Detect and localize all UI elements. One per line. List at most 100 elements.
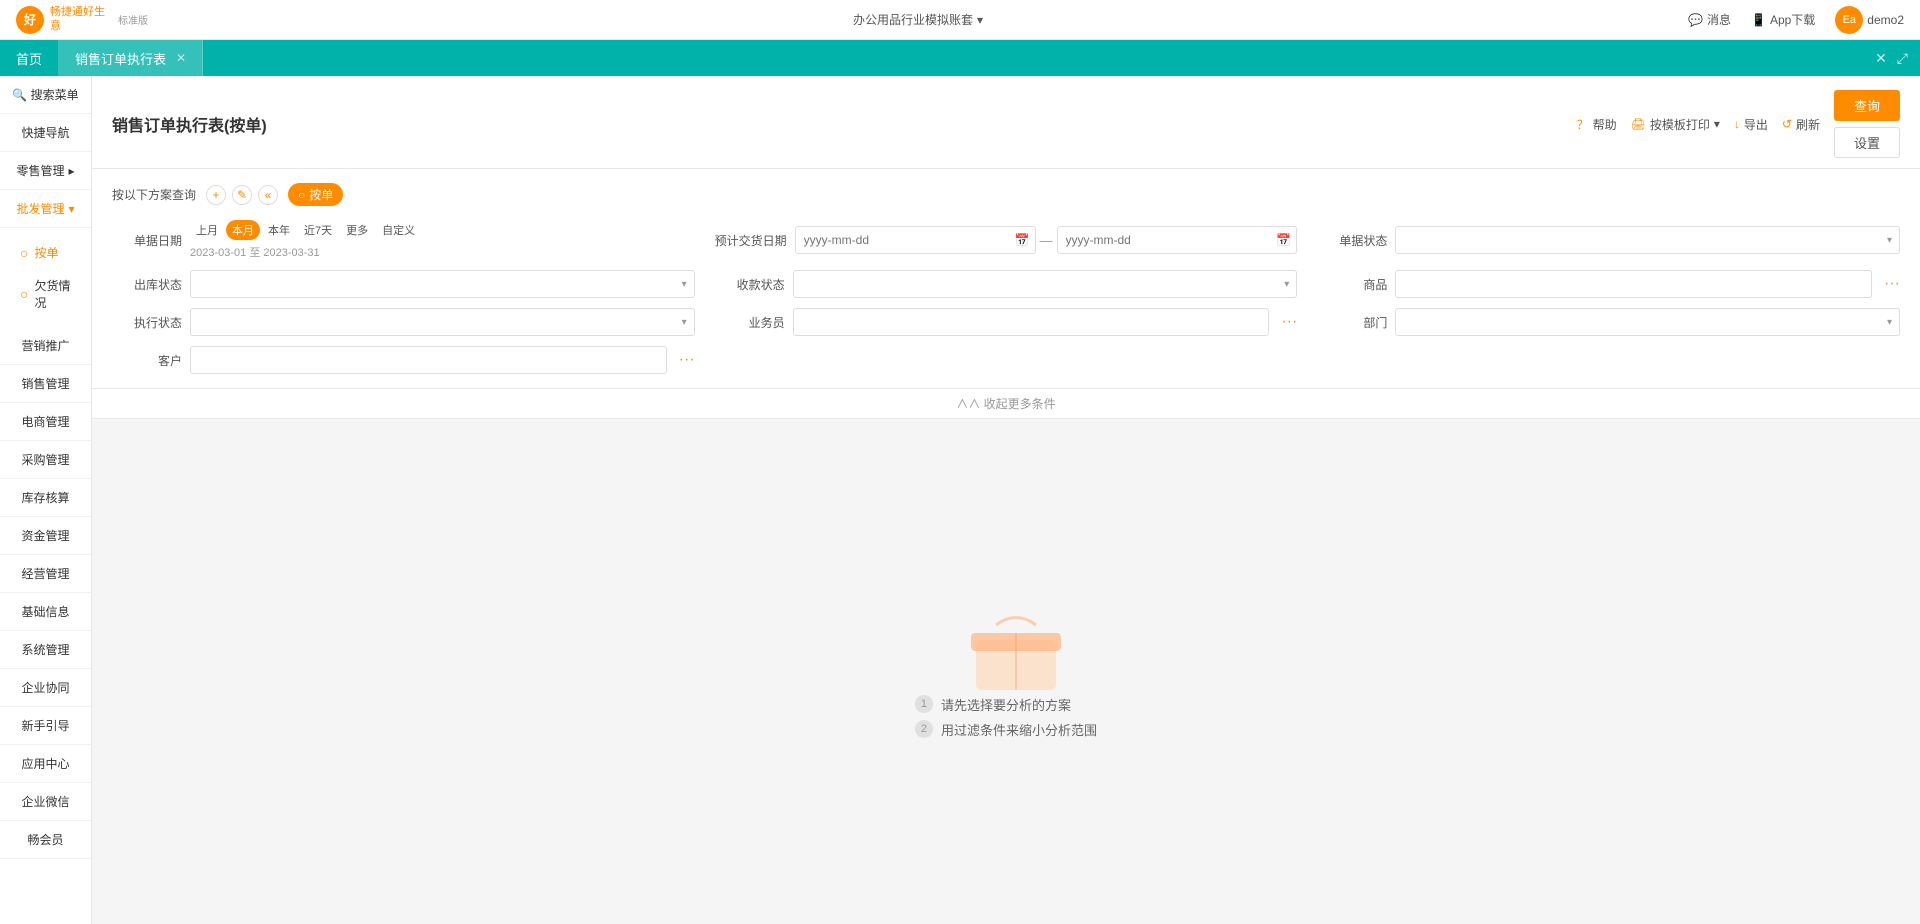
form-row-exec-status: 执行状态 ▾: [112, 308, 695, 336]
date-quick-filters: 上月 本月 本年 近7天 更多 自定义: [190, 220, 695, 240]
dq-this-month[interactable]: 本月: [226, 220, 260, 240]
refresh-icon: ↺: [1782, 117, 1792, 131]
sidebar-item-ecom-mgmt[interactable]: 电商管理: [0, 403, 91, 441]
sidebar-subitem-order[interactable]: ○ 按单: [0, 236, 91, 269]
customer-label: 客户: [112, 352, 182, 369]
scheme-tag-order[interactable]: ○ 按单: [288, 183, 343, 206]
top-bar-center[interactable]: 办公用品行业模拟账套 ▾: [853, 11, 983, 28]
retail-arrow-icon: ▸: [68, 164, 74, 178]
home-tab-label: 首页: [16, 49, 42, 68]
header-btn-group: 查询 设置: [1834, 90, 1900, 158]
sidebar-item-member[interactable]: 畅会员: [0, 821, 91, 859]
dq-more[interactable]: 更多: [340, 220, 374, 240]
refresh-action[interactable]: ↺ 刷新: [1782, 116, 1820, 133]
scheme-label: 按以下方案查询: [112, 186, 196, 203]
sidebar-item-purchase-mgmt[interactable]: 采购管理: [0, 441, 91, 479]
scheme-add-btn[interactable]: +: [206, 185, 226, 205]
scheme-add-icon: +: [213, 188, 220, 202]
tab-sales-order-exec[interactable]: 销售订单执行表 ✕: [59, 40, 203, 76]
scheme-edit-btn[interactable]: ✎: [232, 185, 252, 205]
dept-select[interactable]: [1395, 308, 1900, 336]
dq-last-month[interactable]: 上月: [190, 220, 224, 240]
step-2-text: 用过滤条件来缩小分析范围: [941, 720, 1097, 739]
sidebar-item-sys-mgmt[interactable]: 系统管理: [0, 631, 91, 669]
sidebar-item-ops-mgmt[interactable]: 经营管理: [0, 555, 91, 593]
sidebar-item-corp-wechat[interactable]: 企业微信: [0, 783, 91, 821]
collapse-bar[interactable]: ∧∧ 收起更多条件: [92, 389, 1920, 419]
tab-close-icon[interactable]: ✕: [176, 51, 186, 65]
query-button[interactable]: 查询: [1834, 90, 1900, 121]
search-form-row4: 客户 ···: [112, 346, 1900, 374]
tab-expand-icon[interactable]: ⤢: [1897, 50, 1908, 67]
print-action[interactable]: 🖨 按模板打印 ▾: [1631, 116, 1720, 133]
settings-button[interactable]: 设置: [1834, 127, 1900, 158]
sidebar-search[interactable]: 🔍 搜索菜单: [0, 76, 91, 114]
dq-this-year[interactable]: 本年: [262, 220, 296, 240]
wholesale-arrow-icon: ▾: [68, 202, 74, 216]
sub-menu-wholesale: ○ 按单 ○ 欠货情况: [0, 228, 91, 327]
date-label: 单据日期: [112, 232, 182, 249]
salesman-input[interactable]: [793, 308, 1270, 336]
scheme-collapse-btn[interactable]: «: [258, 185, 278, 205]
sidebar-item-stock-check[interactable]: 库存核算: [0, 479, 91, 517]
message-btn[interactable]: 💬 消息: [1688, 11, 1731, 28]
delivery-status-select[interactable]: [190, 270, 695, 298]
sidebar-subitem-debt[interactable]: ○ 欠货情况: [0, 269, 91, 319]
app-download-icon: 📱: [1751, 13, 1766, 27]
order-status-label: 单据状态: [1317, 232, 1387, 249]
form-row-dept: 部门 ▾: [1317, 308, 1900, 336]
exec-status-select[interactable]: [190, 308, 695, 336]
app-download-btn[interactable]: 📱 App下载: [1751, 11, 1815, 28]
tab-home[interactable]: 首页: [0, 40, 59, 76]
scheme-tag-order-icon: ○: [298, 188, 305, 202]
subtitle-text: 标准版: [118, 12, 148, 27]
top-bar: 好 畅捷通好生意 标准版 办公用品行业模拟账套 ▾ 💬 消息 📱 App下载 E…: [0, 0, 1920, 40]
sidebar-item-retail-mgmt[interactable]: 零售管理 ▸: [0, 152, 91, 190]
top-bar-right: 💬 消息 📱 App下载 Ea demo2: [1688, 6, 1904, 34]
sidebar-item-marketing[interactable]: 营销推广: [0, 327, 91, 365]
logo-area: 好 畅捷通好生意: [16, 6, 110, 34]
search-form-row2: 出库状态 ▾ 收款状态 ▾: [112, 270, 1900, 298]
goods-label: 商品: [1317, 276, 1387, 293]
collapse-label: 收起更多条件: [984, 397, 1056, 411]
tab-bar: 首页 销售订单执行表 ✕ ✕ ⤢: [0, 40, 1920, 76]
dq-custom[interactable]: 自定义: [376, 220, 421, 240]
sidebar-item-basic-info[interactable]: 基础信息: [0, 593, 91, 631]
user-profile[interactable]: Ea demo2: [1835, 6, 1904, 34]
customer-input[interactable]: [190, 346, 667, 374]
empty-svg: [966, 605, 1066, 695]
sidebar-item-corp-coop[interactable]: 企业协同: [0, 669, 91, 707]
sidebar-item-finance-mgmt[interactable]: 资金管理: [0, 517, 91, 555]
form-row-payment-status: 收款状态 ▾: [715, 270, 1298, 298]
order-status-select[interactable]: [1395, 226, 1900, 254]
order-icon: ○: [20, 245, 28, 261]
expected-date-start-input[interactable]: [795, 226, 1036, 254]
logo-text: 畅捷通好生意: [50, 6, 110, 32]
page-actions: ？ 帮助 🖨 按模板打印 ▾ ↓ 导出 ↺ 刷新: [1577, 116, 1820, 133]
sidebar-item-sales-mgmt[interactable]: 销售管理: [0, 365, 91, 403]
expected-date-start-wrap: 📅: [795, 226, 1036, 254]
account-chevron-icon: ▾: [977, 13, 983, 27]
payment-status-select[interactable]: [793, 270, 1298, 298]
goods-dots-icon[interactable]: ···: [1884, 275, 1900, 293]
export-action[interactable]: ↓ 导出: [1734, 116, 1768, 133]
dq-last-7[interactable]: 近7天: [298, 220, 338, 240]
form-row-customer: 客户 ···: [112, 346, 695, 374]
expected-date-end-input[interactable]: [1057, 226, 1298, 254]
sidebar-item-quick-nav[interactable]: 快捷导航: [0, 114, 91, 152]
empty-state: 1 请先选择要分析的方案 2 用过滤条件来缩小分析范围: [92, 419, 1920, 924]
help-action[interactable]: ？ 帮助: [1577, 116, 1617, 133]
customer-dots-icon[interactable]: ···: [679, 351, 695, 369]
sidebar-item-new-guide[interactable]: 新手引导: [0, 707, 91, 745]
form-row-date: 单据日期 上月 本月 本年 近7天 更多 自定义 2023-03-01 至 20…: [112, 220, 695, 260]
scheme-actions: + ✎ «: [206, 185, 278, 205]
help-icon: ？: [1577, 116, 1589, 133]
sidebar-item-app-center[interactable]: 应用中心: [0, 745, 91, 783]
dept-select-wrap: ▾: [1395, 308, 1900, 336]
form-row-expected-date: 预计交货日期 📅 — 📅: [715, 220, 1298, 260]
salesman-dots-icon[interactable]: ···: [1281, 313, 1297, 331]
sidebar-item-wholesale-mgmt[interactable]: 批发管理 ▾: [0, 190, 91, 228]
goods-input[interactable]: [1395, 270, 1872, 298]
tab-close-all-icon[interactable]: ✕: [1875, 50, 1887, 67]
scheme-edit-icon: ✎: [237, 188, 247, 202]
